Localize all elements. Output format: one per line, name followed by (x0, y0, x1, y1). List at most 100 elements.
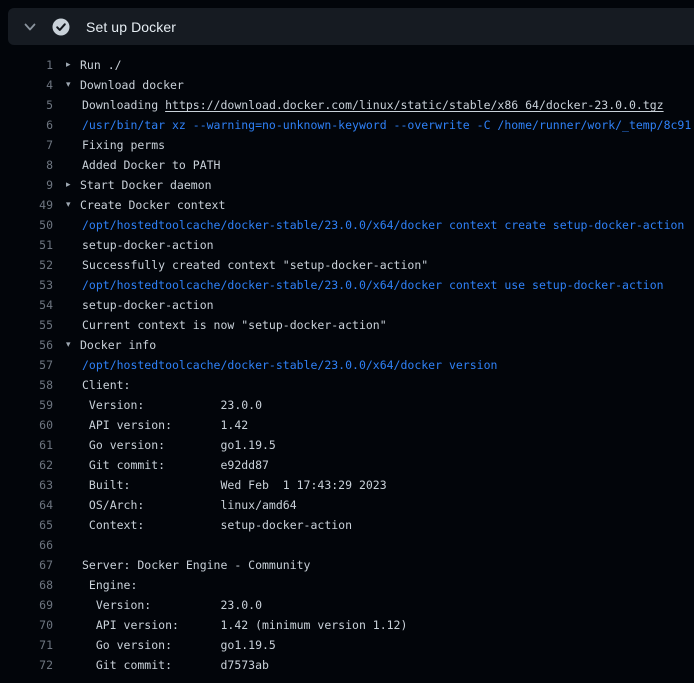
line-number[interactable]: 59 (0, 395, 53, 415)
line-content: setup-docker-action (66, 235, 214, 255)
log-line: 9 ▸Start Docker daemon (0, 175, 694, 195)
line-number[interactable]: 52 (0, 255, 53, 275)
log-line: 52 Successfully created context "setup-do… (0, 255, 694, 275)
log-text: Go version: go1.19.5 (82, 638, 276, 652)
log-text: Server: Docker Engine - Community (82, 558, 310, 572)
line-content: /opt/hostedtoolcache/docker-stable/23.0.… (66, 355, 497, 375)
line-content[interactable]: ▸Start Docker daemon (66, 175, 212, 195)
log-line: 5 Downloading https://download.docker.com… (0, 95, 694, 115)
log-text: setup-docker-action (82, 298, 214, 312)
log-text: Downloading (82, 98, 165, 112)
log-line: 69 Version: 23.0.0 (0, 595, 694, 615)
line-content: Go version: go1.19.5 (66, 635, 276, 655)
log-line: 60 API version: 1.42 (0, 415, 694, 435)
collapse-group-icon[interactable]: ▾ (66, 335, 80, 355)
log-text: Successfully created context "setup-dock… (82, 258, 428, 272)
line-number[interactable]: 53 (0, 275, 53, 295)
line-number[interactable]: 71 (0, 635, 53, 655)
line-number[interactable]: 61 (0, 435, 53, 455)
log-line: 51 setup-docker-action (0, 235, 694, 255)
line-number[interactable]: 9 (0, 175, 53, 195)
line-number[interactable]: 7 (0, 135, 53, 155)
line-content: Fixing perms (66, 135, 165, 155)
log-line: 70 API version: 1.42 (minimum version 1.… (0, 615, 694, 635)
line-number[interactable]: 64 (0, 495, 53, 515)
line-content: /opt/hostedtoolcache/docker-stable/23.0.… (66, 275, 664, 295)
command-text: /usr/bin/tar xz --warning=no-unknown-key… (82, 118, 691, 132)
log-text: Engine: (82, 578, 137, 592)
expand-group-icon[interactable]: ▸ (66, 175, 80, 195)
log-line: 53/opt/hostedtoolcache/docker-stable/23.… (0, 275, 694, 295)
log-line: 59 Version: 23.0.0 (0, 395, 694, 415)
log-line: 65 Context: setup-docker-action (0, 515, 694, 535)
line-content: Current context is now "setup-docker-act… (66, 315, 387, 335)
line-number[interactable]: 56 (0, 335, 53, 355)
line-content[interactable]: ▾Docker info (66, 335, 156, 355)
log-line: 56 ▾Docker info (0, 335, 694, 355)
log-line: 58 Client: (0, 375, 694, 395)
line-content: Client: (66, 375, 130, 395)
line-content: setup-docker-action (66, 295, 214, 315)
line-number[interactable]: 57 (0, 355, 53, 375)
line-number[interactable]: 70 (0, 615, 53, 635)
log-line: 61 Go version: go1.19.5 (0, 435, 694, 455)
command-text: /opt/hostedtoolcache/docker-stable/23.0.… (82, 278, 664, 292)
log-line: 62 Git commit: e92dd87 (0, 455, 694, 475)
line-number[interactable]: 67 (0, 555, 53, 575)
line-content: /opt/hostedtoolcache/docker-stable/23.0.… (66, 215, 684, 235)
step-header[interactable]: Set up Docker (8, 8, 694, 45)
line-number[interactable]: 54 (0, 295, 53, 315)
line-number[interactable]: 69 (0, 595, 53, 615)
log-line: 6/usr/bin/tar xz --warning=no-unknown-ke… (0, 115, 694, 135)
log-text: Version: 23.0.0 (82, 398, 262, 412)
line-number[interactable]: 50 (0, 215, 53, 235)
line-number[interactable]: 49 (0, 195, 53, 215)
log-text: Built: Wed Feb 1 17:43:29 2023 (82, 478, 387, 492)
line-number[interactable]: 60 (0, 415, 53, 435)
log-line: 72 Git commit: d7573ab (0, 655, 694, 675)
line-content: API version: 1.42 (66, 415, 248, 435)
log-text: Version: 23.0.0 (82, 598, 262, 612)
log-text: Git commit: d7573ab (82, 658, 269, 672)
line-content: Successfully created context "setup-dock… (66, 255, 428, 275)
line-content[interactable]: ▸Run ./ (66, 55, 122, 75)
line-number[interactable]: 55 (0, 315, 53, 335)
line-number[interactable]: 5 (0, 95, 53, 115)
line-number[interactable]: 8 (0, 155, 53, 175)
chevron-down-icon[interactable] (24, 21, 36, 33)
log-text: Added Docker to PATH (82, 158, 220, 172)
line-number[interactable]: 58 (0, 375, 53, 395)
expand-group-icon[interactable]: ▸ (66, 55, 80, 75)
log-line: 55 Current context is now "setup-docker-a… (0, 315, 694, 335)
log-line: 71 Go version: go1.19.5 (0, 635, 694, 655)
collapse-group-icon[interactable]: ▾ (66, 75, 80, 95)
line-number[interactable]: 4 (0, 75, 53, 95)
line-content: Added Docker to PATH (66, 155, 220, 175)
line-content (66, 535, 82, 555)
line-number[interactable]: 72 (0, 655, 53, 675)
line-content[interactable]: ▾Create Docker context (66, 195, 225, 215)
line-number[interactable]: 1 (0, 55, 53, 75)
command-text: /opt/hostedtoolcache/docker-stable/23.0.… (82, 358, 497, 372)
line-content: Engine: (66, 575, 137, 595)
collapse-group-icon[interactable]: ▾ (66, 195, 80, 215)
line-number[interactable]: 63 (0, 475, 53, 495)
line-content: Context: setup-docker-action (66, 515, 352, 535)
log-line: 54 setup-docker-action (0, 295, 694, 315)
line-number[interactable]: 66 (0, 535, 53, 555)
line-number[interactable]: 65 (0, 515, 53, 535)
line-number[interactable]: 51 (0, 235, 53, 255)
log-url-link[interactable]: https://download.docker.com/linux/static… (165, 98, 664, 112)
line-number[interactable]: 62 (0, 455, 53, 475)
log-lines: 1 ▸Run ./ 4 ▾Download docker 5 Downloading ht… (0, 45, 694, 675)
log-line: 68 Engine: (0, 575, 694, 595)
line-number[interactable]: 6 (0, 115, 53, 135)
line-number[interactable]: 68 (0, 575, 53, 595)
log-line: 7 Fixing perms (0, 135, 694, 155)
line-content[interactable]: ▾Download docker (66, 75, 184, 95)
log-text: Git commit: e92dd87 (82, 458, 269, 472)
log-text: setup-docker-action (82, 238, 214, 252)
log-line: 63 Built: Wed Feb 1 17:43:29 2023 (0, 475, 694, 495)
log-line: 50/opt/hostedtoolcache/docker-stable/23.… (0, 215, 694, 235)
log-line: 64 OS/Arch: linux/amd64 (0, 495, 694, 515)
